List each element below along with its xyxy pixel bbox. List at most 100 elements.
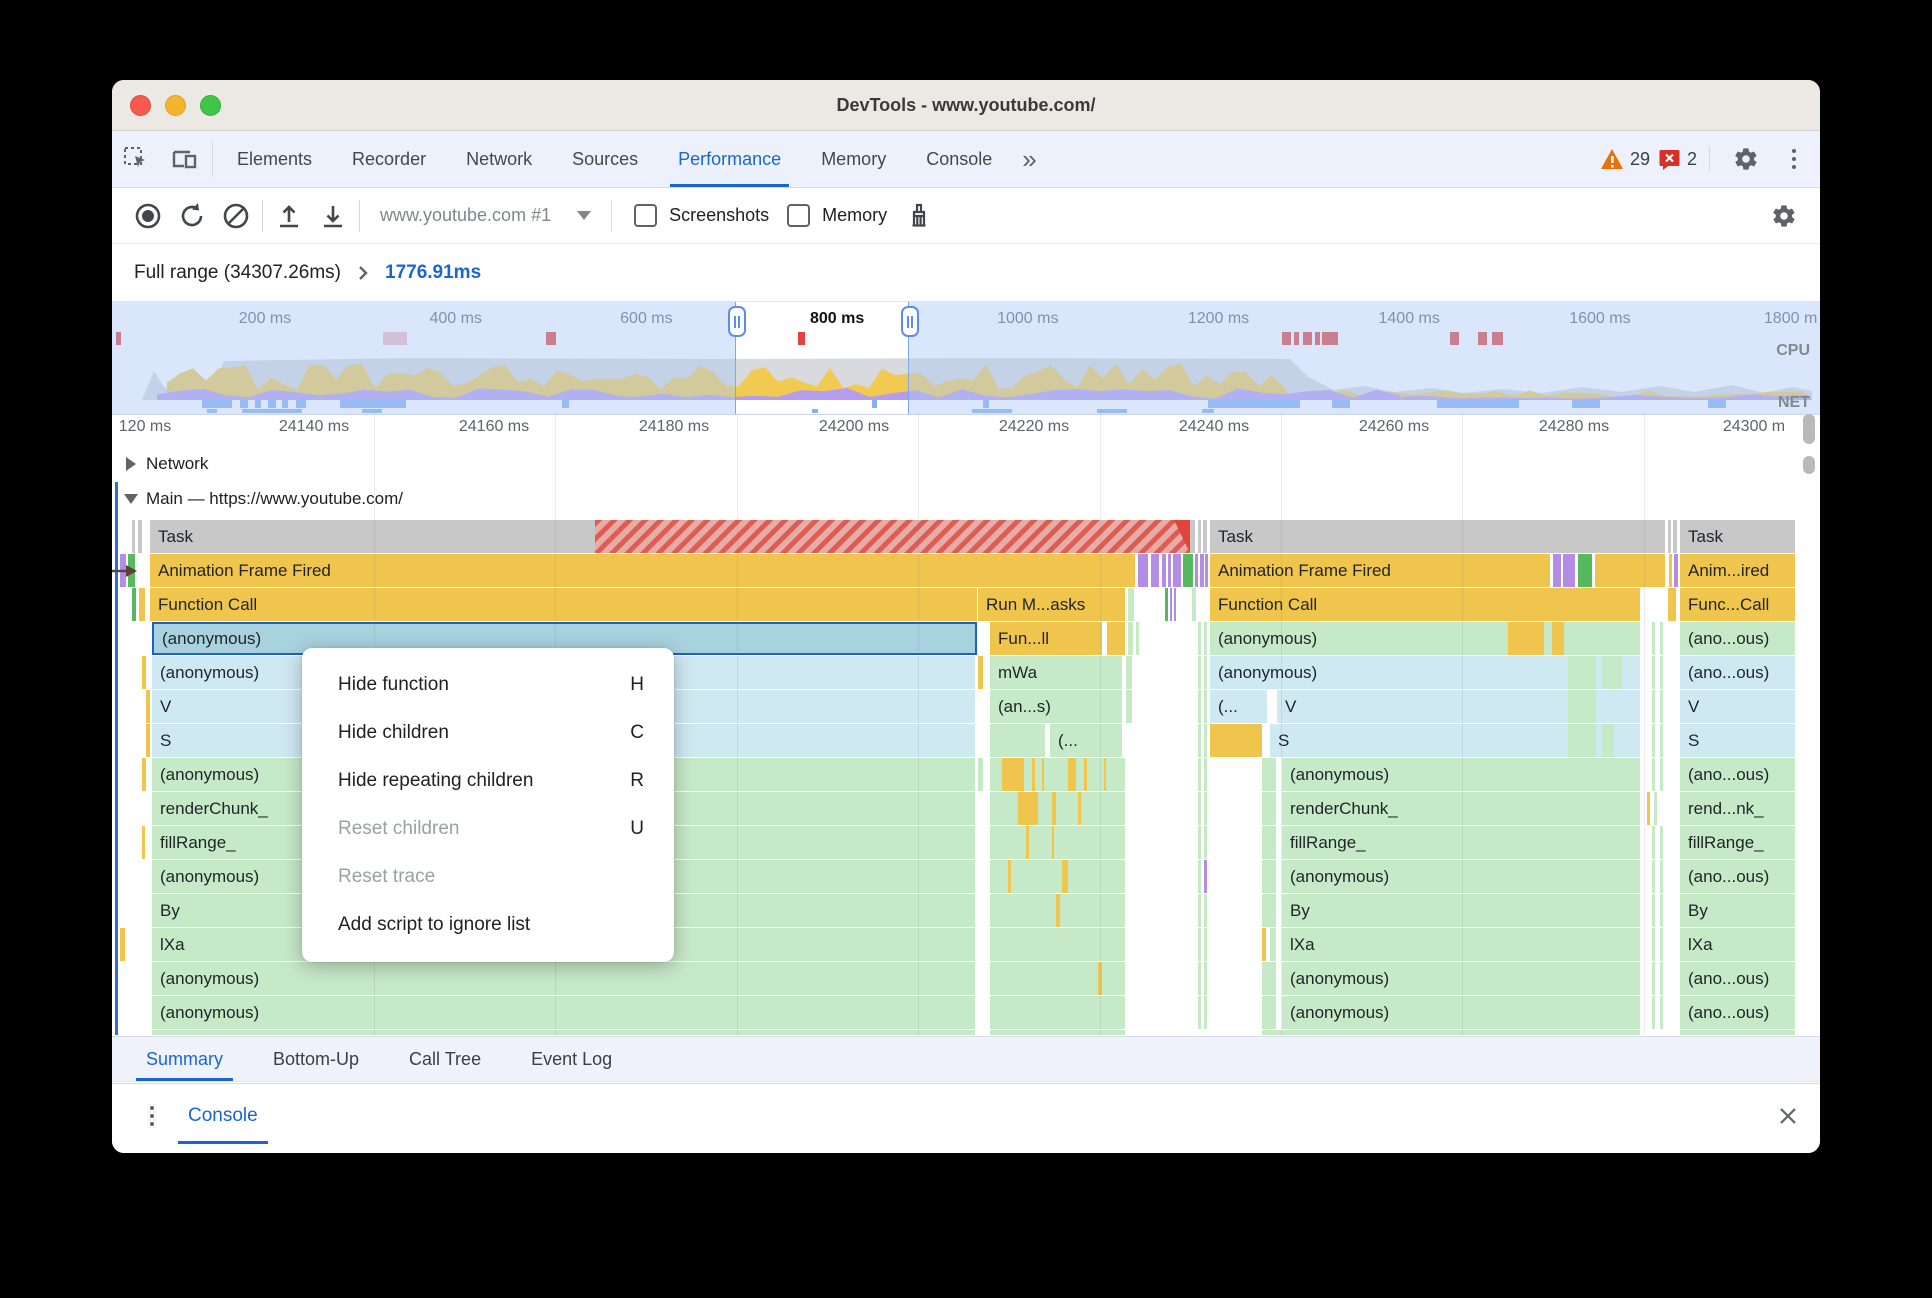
flame-strip[interactable] [1204,962,1207,995]
flame-strip[interactable] [990,792,1125,825]
flame-strip[interactable] [1262,860,1276,893]
flame-strip[interactable] [1204,724,1207,757]
history-select[interactable]: www.youtube.com #1 [364,205,607,226]
flame-strip[interactable] [1198,996,1201,1029]
flame-strip[interactable] [1195,554,1198,587]
tab-event-log[interactable]: Event Log [517,1037,626,1081]
flame-strip[interactable] [1674,554,1678,587]
flame-strip[interactable] [990,996,1125,1029]
flame-strip[interactable] [1204,996,1207,1029]
minimize-window-button[interactable] [165,94,186,116]
flame-strip[interactable] [1204,656,1207,689]
flame-strip[interactable] [1204,860,1207,893]
flame-bar[interactable]: Func...Call [1680,588,1795,621]
flame-strip[interactable] [1669,554,1672,587]
flame-strip[interactable] [1104,758,1106,791]
warnings-badge[interactable]: 29 [1600,148,1650,170]
tab-sources[interactable]: Sources [552,131,658,187]
flame-strip[interactable] [1262,996,1276,1029]
flame-strip[interactable] [1262,826,1276,859]
flame-strip[interactable] [1602,656,1622,689]
flame-strip[interactable] [1654,792,1657,825]
tab-console[interactable]: Console [906,131,1012,187]
flame-bar[interactable]: (anonymous) [1282,758,1640,791]
flame-bar[interactable]: (ano...ous) [1680,622,1795,655]
flame-strip[interactable] [1652,724,1655,757]
load-profile-button[interactable] [267,194,311,238]
flame-strip[interactable] [1032,758,1035,791]
flame-strip[interactable] [1126,656,1132,689]
flame-strip[interactable] [1198,826,1201,859]
flame-strip[interactable] [1568,656,1596,689]
flame-strip[interactable] [1262,962,1276,995]
flame-strip[interactable] [1652,928,1655,961]
flame-strip[interactable] [1552,622,1564,655]
flame-bar[interactable]: (ano...ous) [1680,860,1795,893]
flame-strip[interactable] [1652,826,1655,859]
tab-elements[interactable]: Elements [217,131,332,187]
flame-bar[interactable]: (... [1050,724,1122,757]
flame-bar[interactable]: Task [1680,520,1795,553]
flame-bar[interactable]: (anonymous) [1282,962,1640,995]
flame-strip[interactable] [1203,520,1207,553]
flame-strip[interactable] [138,520,142,553]
flame-strip[interactable] [1204,894,1207,927]
flame-bar[interactable]: Anim...ired [1680,554,1795,587]
flame-strip[interactable] [1198,520,1201,553]
flame-strip[interactable] [1595,554,1665,587]
flame-bar[interactable]: (ano...ous) [1680,758,1795,791]
flame-strip[interactable] [1052,792,1056,825]
flame-strip[interactable] [128,554,135,587]
tab-network[interactable]: Network [446,131,552,187]
flame-strip[interactable] [990,826,1125,859]
flame-bar[interactable]: lXa [1680,928,1795,961]
flame-strip[interactable] [1262,758,1276,791]
tab-memory[interactable]: Memory [801,131,906,187]
flame-bar[interactable]: V [1680,690,1795,723]
reload-and-record-button[interactable] [170,194,214,238]
flame-strip[interactable] [1204,826,1207,859]
breadcrumb-selected-range[interactable]: 1776.91ms [385,262,481,284]
flame-strip[interactable] [1578,554,1592,587]
flame-strip[interactable] [1204,792,1207,825]
flame-strip[interactable] [1168,554,1171,587]
flame-strip[interactable] [1138,554,1148,587]
track-network[interactable]: Network [112,447,1820,480]
clear-button[interactable] [214,194,258,238]
flame-strip[interactable] [139,588,145,621]
flame-strip[interactable] [1652,690,1655,723]
flame-strip[interactable] [146,724,150,757]
tab-summary[interactable]: Summary [132,1037,237,1081]
flame-strip[interactable] [1602,724,1614,757]
flame-strip[interactable] [1660,894,1663,927]
drawer-tab-console[interactable]: Console [172,1084,274,1148]
flame-strip[interactable] [1262,1030,1640,1035]
screenshots-checkbox[interactable] [634,204,658,227]
flame-bar[interactable]: (anonymous) [152,996,975,1029]
flame-bar[interactable]: (anonymous) [1282,860,1640,893]
flame-strip[interactable] [1062,860,1068,893]
flame-strip[interactable] [1198,622,1201,655]
flame-strip[interactable] [1660,826,1663,859]
flame-strip[interactable] [1056,894,1060,927]
flame-strip[interactable] [1660,622,1663,655]
timeline-overview[interactable]: 200 ms 400 ms 600 ms 800 ms 1000 ms 1200 ms 14… [112,301,1820,415]
flame-strip[interactable] [1204,622,1207,655]
flame-strip[interactable] [1198,758,1201,791]
flame-strip[interactable] [1262,894,1276,927]
flame-bar[interactable]: Function Call [1210,588,1640,621]
flame-strip[interactable] [1198,690,1201,723]
flame-strip[interactable] [1198,656,1201,689]
inspect-element-button[interactable] [112,131,160,187]
zoom-window-button[interactable] [200,94,221,116]
flame-bar[interactable]: (ano...ous) [1680,996,1795,1029]
flame-strip[interactable] [1042,758,1044,791]
flame-strip[interactable] [1660,928,1663,961]
flame-strip[interactable] [1165,588,1168,621]
flame-strip[interactable] [1680,1030,1795,1035]
flame-strip[interactable] [1098,962,1102,995]
flame-strip[interactable] [1553,554,1561,587]
flame-strip[interactable] [1198,894,1201,927]
flame-bar[interactable]: Animation Frame Fired [150,554,1135,587]
flame-strip[interactable] [1652,656,1655,689]
